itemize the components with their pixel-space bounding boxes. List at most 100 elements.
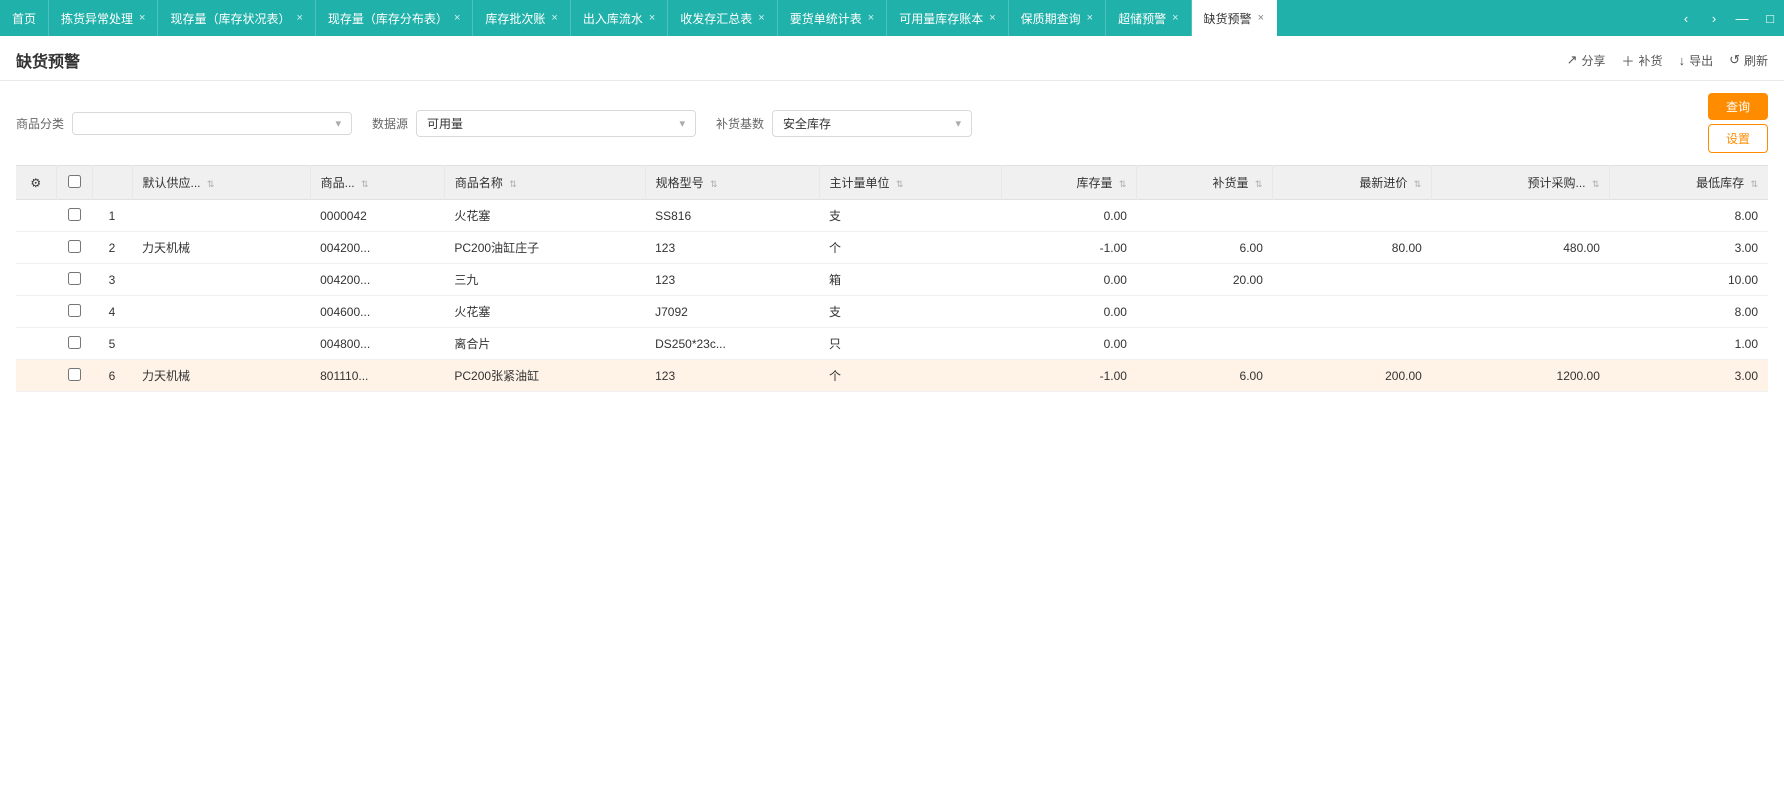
th-stock[interactable]: 库存量 ⇅ [1001, 166, 1137, 200]
category-select[interactable]: ▾ [72, 112, 352, 135]
row-estimate-cell: 1200.00 [1432, 360, 1610, 392]
row-supplier-cell [132, 200, 310, 232]
refresh-button[interactable]: ↺ 刷新 [1729, 52, 1768, 69]
th-unit[interactable]: 主计量单位 ⇅ [819, 166, 1001, 200]
th-spec[interactable]: 规格型号 ⇅ [645, 166, 819, 200]
row-checkbox[interactable] [68, 304, 81, 317]
row-gear-cell [16, 360, 56, 392]
th-replenish[interactable]: 补货量 ⇅ [1137, 166, 1273, 200]
row-num-cell: 2 [92, 232, 132, 264]
row-num-cell: 6 [92, 360, 132, 392]
row-spec-cell: DS250*23c... [645, 328, 819, 360]
tab-close-available-ledger[interactable]: × [989, 12, 995, 24]
row-name-cell: PC200油缸庄子 [444, 232, 645, 264]
replenish-base-filter-group: 补货基数 安全库存 ▾ [716, 110, 972, 137]
tab-close-inventory-dist[interactable]: × [454, 12, 460, 24]
tab-inventory-dist[interactable]: 现存量（库存分布表） × [316, 0, 473, 36]
row-checkbox[interactable] [68, 336, 81, 349]
row-stock-cell: 0.00 [1001, 328, 1137, 360]
row-check-cell [56, 296, 92, 328]
row-name-cell: 火花塞 [444, 200, 645, 232]
th-code[interactable]: 商品... ⇅ [310, 166, 444, 200]
sort-estimate-icon: ⇅ [1592, 179, 1600, 189]
row-name-cell: 火花塞 [444, 296, 645, 328]
tab-batch-account[interactable]: 库存批次账 × [473, 0, 570, 36]
th-gear[interactable]: ⚙ [16, 166, 56, 200]
row-num-cell: 4 [92, 296, 132, 328]
th-min-stock[interactable]: 最低库存 ⇅ [1610, 166, 1768, 200]
row-estimate-cell: 480.00 [1432, 232, 1610, 264]
tab-inout-flow[interactable]: 出入库流水 × [571, 0, 668, 36]
row-checkbox[interactable] [68, 368, 81, 381]
row-check-cell [56, 200, 92, 232]
row-unit-cell: 箱 [819, 264, 1001, 296]
th-latest-price[interactable]: 最新进价 ⇅ [1273, 166, 1432, 200]
tab-nav-end: ‹ › — □ [1672, 11, 1784, 26]
tab-scroll-left-btn[interactable]: ‹ [1672, 11, 1700, 26]
row-unit-cell: 个 [819, 360, 1001, 392]
tab-home[interactable]: 首页 [0, 0, 49, 36]
tab-order-stats[interactable]: 要货单统计表 × [778, 0, 887, 36]
row-spec-cell: 123 [645, 360, 819, 392]
tab-maximize-btn[interactable]: □ [1756, 11, 1784, 26]
sort-replenish-icon: ⇅ [1255, 179, 1263, 189]
select-all-checkbox[interactable] [68, 175, 81, 188]
table-row: 6 力天机械 801110... PC200张紧油缸 123 个 -1.00 6… [16, 360, 1768, 392]
row-price-cell [1273, 296, 1432, 328]
row-checkbox[interactable] [68, 240, 81, 253]
th-supplier[interactable]: 默认供应... ⇅ [132, 166, 310, 200]
row-price-cell [1273, 264, 1432, 296]
row-minstk-cell: 3.00 [1610, 360, 1768, 392]
replenish-base-select[interactable]: 安全库存 ▾ [772, 110, 972, 137]
datasource-select[interactable]: 可用量 ▾ [416, 110, 696, 137]
tab-shortage-warning[interactable]: 缺货预警 × [1192, 0, 1277, 36]
row-code-cell: 004800... [310, 328, 444, 360]
row-checkbox[interactable] [68, 272, 81, 285]
settings-button[interactable]: 设置 [1708, 124, 1768, 153]
row-price-cell: 80.00 [1273, 232, 1432, 264]
row-minstk-cell: 8.00 [1610, 296, 1768, 328]
tab-expiry-query[interactable]: 保质期查询 × [1009, 0, 1106, 36]
table-row: 5 004800... 离合片 DS250*23c... 只 0.00 1.00 [16, 328, 1768, 360]
tab-close-overstock-warning[interactable]: × [1172, 12, 1178, 24]
tab-collect-summary[interactable]: 收发存汇总表 × [668, 0, 777, 36]
row-minstk-cell: 8.00 [1610, 200, 1768, 232]
row-estimate-cell [1432, 264, 1610, 296]
replenish-button[interactable]: ＋ 补货 [1622, 51, 1663, 70]
row-replenish-cell: 6.00 [1137, 360, 1273, 392]
row-checkbox[interactable] [68, 208, 81, 221]
row-replenish-cell [1137, 328, 1273, 360]
tab-inventory-status[interactable]: 现存量（库存状况表） × [158, 0, 315, 36]
replenish-base-label: 补货基数 [716, 115, 764, 132]
tab-close-collect-summary[interactable]: × [758, 12, 764, 24]
datasource-label: 数据源 [372, 115, 408, 132]
th-estimate[interactable]: 预计采购... ⇅ [1432, 166, 1610, 200]
tab-defect-handling[interactable]: 拣货异常处理 × [49, 0, 158, 36]
export-button[interactable]: ↓ 导出 [1679, 52, 1714, 69]
tab-close-inventory-status[interactable]: × [296, 12, 302, 24]
row-supplier-cell: 力天机械 [132, 360, 310, 392]
category-label: 商品分类 [16, 115, 64, 132]
tab-available-ledger[interactable]: 可用量库存账本 × [887, 0, 1008, 36]
tab-close-batch-account[interactable]: × [551, 12, 557, 24]
row-code-cell: 801110... [310, 360, 444, 392]
tab-overstock-warning[interactable]: 超储预警 × [1106, 0, 1191, 36]
row-price-cell [1273, 200, 1432, 232]
th-name[interactable]: 商品名称 ⇅ [444, 166, 645, 200]
tab-minimize-btn[interactable]: — [1728, 11, 1756, 26]
tab-close-inout-flow[interactable]: × [649, 12, 655, 24]
header-actions: ↗ 分享 ＋ 补货 ↓ 导出 ↺ 刷新 [1567, 51, 1768, 70]
tab-close-shortage-warning[interactable]: × [1258, 12, 1264, 24]
row-code-cell: 004600... [310, 296, 444, 328]
tab-scroll-right-btn[interactable]: › [1700, 11, 1728, 26]
tab-close-expiry-query[interactable]: × [1087, 12, 1093, 24]
tab-close-defect-handling[interactable]: × [139, 12, 145, 24]
table-container: ⚙ 默认供应... ⇅ 商品... ⇅ 商品名称 [0, 165, 1784, 392]
row-supplier-cell [132, 264, 310, 296]
sort-spec-icon: ⇅ [710, 179, 718, 189]
tab-close-order-stats[interactable]: × [868, 12, 874, 24]
share-button[interactable]: ↗ 分享 [1567, 52, 1606, 69]
sort-price-icon: ⇅ [1414, 179, 1422, 189]
gear-icon: ⚙ [30, 176, 41, 190]
query-button[interactable]: 查询 [1708, 93, 1768, 120]
